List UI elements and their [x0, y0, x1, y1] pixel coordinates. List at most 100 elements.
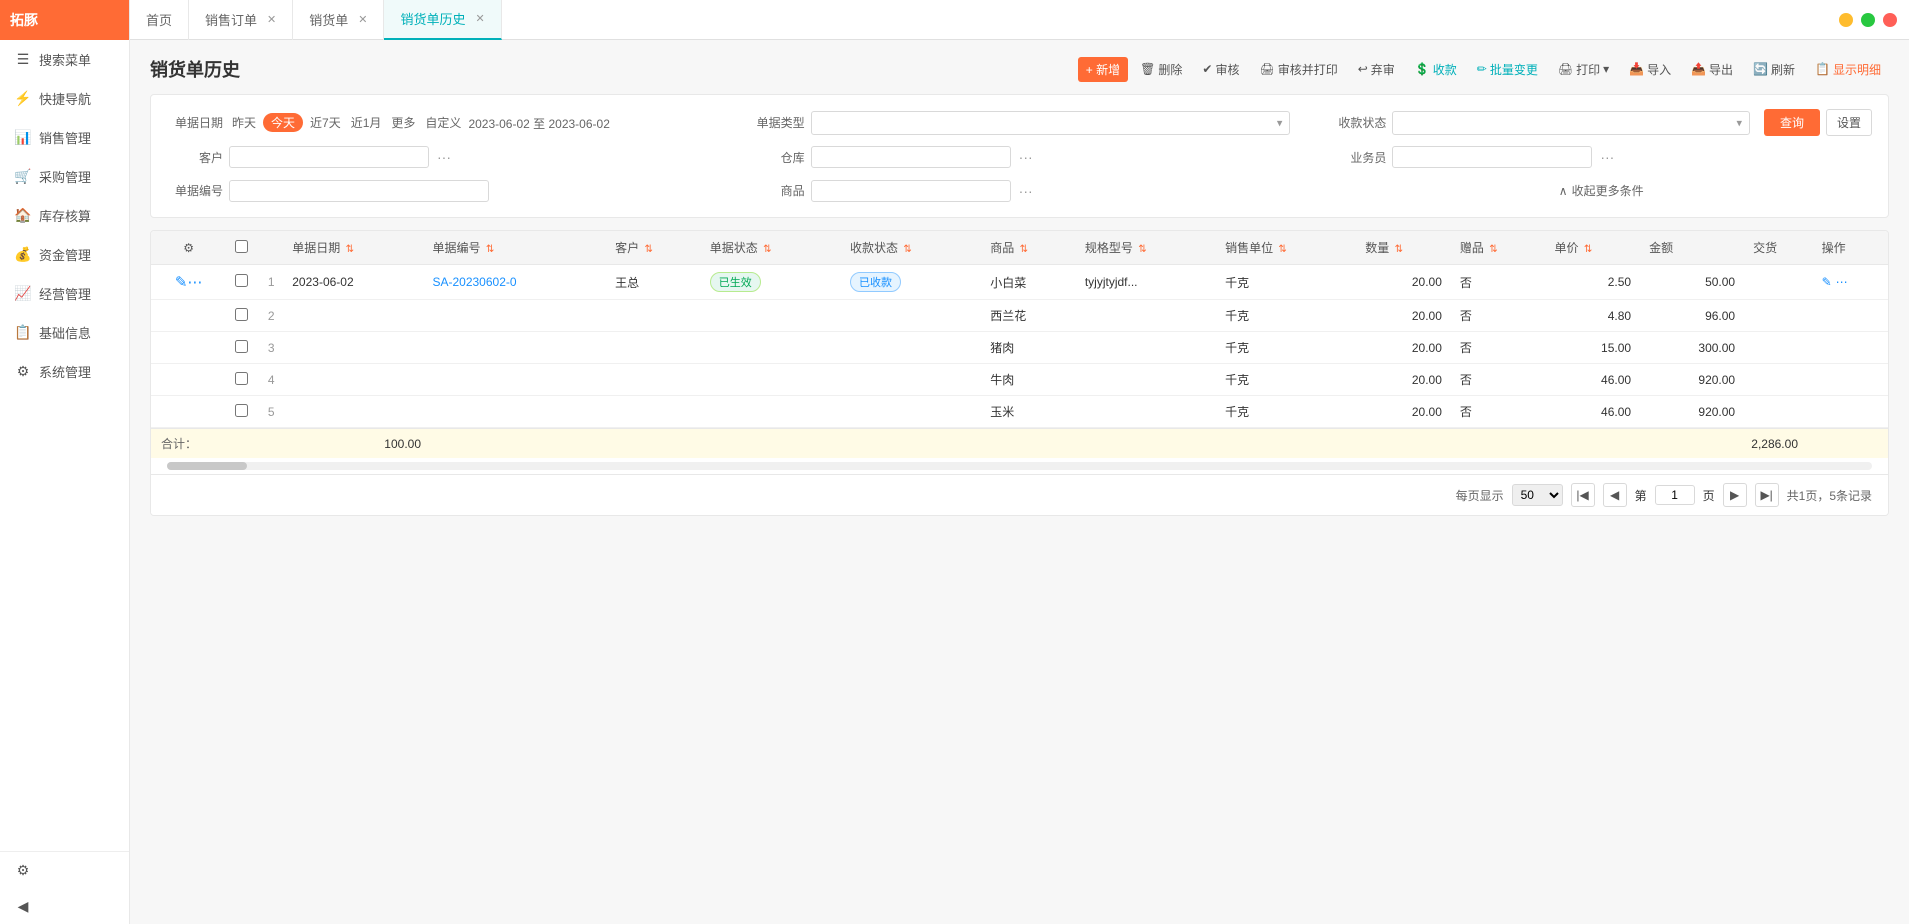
tab-sales-delivery-close[interactable]: ✕ [358, 13, 367, 26]
row-checkbox-4[interactable] [235, 404, 248, 417]
th-doc-date[interactable]: 单据日期 ⇅ [286, 231, 426, 265]
new-button[interactable]: + 新增 [1078, 57, 1128, 82]
tab-sales-order-close[interactable]: ✕ [267, 13, 276, 26]
th-doc-no[interactable]: 单据编号 ⇅ [426, 231, 609, 265]
data-table: ⚙ 单据日期 ⇅ 单据编号 ⇅ [151, 231, 1888, 428]
sidebar-item-basic-info[interactable]: 📋 基础信息 [0, 313, 129, 352]
td-unit-price: 15.00 [1548, 332, 1643, 364]
th-settings[interactable]: ⚙ [151, 231, 226, 265]
first-page-button[interactable]: |◀ [1571, 483, 1595, 507]
abandon-button[interactable]: ↩ 弃审 [1350, 57, 1403, 82]
sidebar-item-system-mgmt[interactable]: ⚙ 系统管理 [0, 352, 129, 391]
goods-input[interactable] [811, 180, 1011, 202]
row-action-more[interactable]: ⋯ [187, 274, 202, 291]
collect-status-select[interactable] [1392, 111, 1750, 135]
close-button[interactable] [1883, 13, 1897, 27]
tab-home[interactable]: 首页 [130, 0, 189, 40]
warehouse-ellipsis[interactable]: ··· [1017, 149, 1035, 165]
warehouse-input[interactable] [811, 146, 1011, 168]
customer-ellipsis[interactable]: ··· [435, 149, 453, 165]
delete-button[interactable]: 🗑 删除 [1132, 57, 1190, 82]
row-checkbox-3[interactable] [235, 372, 248, 385]
tab-sales-delivery[interactable]: 销货单 ✕ [293, 0, 384, 40]
date-btn-custom[interactable]: 自定义 [422, 113, 464, 132]
th-spec[interactable]: 规格型号 ⇅ [1079, 231, 1219, 265]
last-page-button[interactable]: ▶| [1755, 483, 1779, 507]
audit-button[interactable]: ✔ 审核 [1194, 57, 1247, 82]
td-goods: 小白菜 [984, 265, 1079, 300]
table-header-row: ⚙ 单据日期 ⇅ 单据编号 ⇅ [151, 231, 1888, 265]
date-btn-yesterday[interactable]: 昨天 [229, 113, 259, 132]
date-btn-today[interactable]: 今天 [263, 113, 303, 132]
th-gift[interactable]: 赠品 ⇅ [1454, 231, 1549, 265]
tab-sales-order-label: 销售订单 [205, 10, 257, 29]
th-doc-status[interactable]: 单据状态 ⇅ [704, 231, 844, 265]
batch-change-button[interactable]: ✏ 批量变更 [1469, 57, 1546, 82]
date-btn-7days[interactable]: 近7天 [307, 113, 344, 132]
doc-no-input[interactable] [229, 180, 489, 202]
sales-rep-input[interactable] [1392, 146, 1592, 168]
th-unit-price[interactable]: 单价 ⇅ [1548, 231, 1643, 265]
date-btn-1month[interactable]: 近1月 [348, 113, 385, 132]
sidebar-item-inventory[interactable]: 🏠 库存核算 [0, 196, 129, 235]
audit-print-button[interactable]: 🖨 审核并打印 [1251, 57, 1345, 82]
doc-no-link[interactable]: SA-20230602-0 [432, 275, 516, 289]
td-spec [1079, 332, 1219, 364]
prev-page-button[interactable]: ◀ [1603, 483, 1627, 507]
search-menu-icon: ☰ [15, 52, 31, 68]
td-amount: 300.00 [1643, 332, 1747, 364]
sidebar-item-purchase-mgmt[interactable]: 🛒 采购管理 [0, 157, 129, 196]
td-unit-price: 46.00 [1548, 364, 1643, 396]
select-all-checkbox[interactable] [235, 240, 248, 253]
minimize-button[interactable] [1839, 13, 1853, 27]
th-collect-status[interactable]: 收款状态 ⇅ [844, 231, 984, 265]
filter-goods-item: 商品 ··· [749, 180, 1291, 202]
print-button[interactable]: 🖨 打印 ▾ [1550, 57, 1617, 82]
query-button[interactable]: 查询 [1764, 109, 1820, 136]
row-action-edit[interactable]: ✎ [175, 274, 188, 291]
td-gift: 否 [1454, 396, 1549, 428]
date-btn-more[interactable]: 更多 [388, 113, 418, 132]
tab-sales-history[interactable]: 销货单历史 ✕ [384, 0, 501, 40]
settings-filter-button[interactable]: 设置 [1826, 109, 1872, 136]
row-checkbox-0[interactable] [235, 274, 248, 287]
row-checkbox-2[interactable] [235, 340, 248, 353]
th-sales-unit[interactable]: 销售单位 ⇅ [1219, 231, 1359, 265]
sales-rep-ellipsis[interactable]: ··· [1598, 149, 1616, 165]
export-button[interactable]: 📤 导出 [1683, 57, 1741, 82]
th-action: 操作 [1816, 231, 1888, 265]
next-page-button[interactable]: ▶ [1723, 483, 1747, 507]
sidebar-bottom-collapse[interactable]: ◀ [0, 888, 129, 924]
sidebar-item-sales-mgmt[interactable]: 📊 销售管理 [0, 118, 129, 157]
sidebar-item-quick-nav[interactable]: ⚡ 快捷导航 [0, 79, 129, 118]
sidebar-item-finance[interactable]: 💰 资金管理 [0, 235, 129, 274]
sidebar-item-operations[interactable]: 📈 经营管理 [0, 274, 129, 313]
goods-ellipsis[interactable]: ··· [1017, 183, 1035, 199]
customer-input[interactable] [229, 146, 429, 168]
per-page-select[interactable]: 50 100 200 [1512, 484, 1563, 506]
sidebar-bottom-gear[interactable]: ⚙ [0, 852, 129, 888]
refresh-button[interactable]: 🔄 刷新 [1745, 57, 1803, 82]
th-goods[interactable]: 商品 ⇅ [984, 231, 1079, 265]
row-checkbox-1[interactable] [235, 308, 248, 321]
import-button[interactable]: 📥 导入 [1621, 57, 1679, 82]
action-edit[interactable]: ✎ [1822, 275, 1832, 289]
logo-text: 拓豚 [10, 10, 38, 30]
collapse-button[interactable]: ∧ 收起更多条件 [1551, 178, 1652, 203]
spec-sort-icon: ⇅ [1138, 244, 1146, 255]
td-action [1816, 396, 1888, 428]
customer-label: 客户 [167, 149, 223, 166]
tab-sales-history-close[interactable]: ✕ [476, 12, 485, 25]
th-quantity[interactable]: 数量 ⇅ [1359, 231, 1454, 265]
show-detail-button[interactable]: 📋 显示明细 [1807, 57, 1889, 82]
horizontal-scrollbar[interactable] [167, 462, 1872, 470]
sales-unit-sort-icon: ⇅ [1278, 244, 1286, 255]
collect-button[interactable]: 💲 收款 [1407, 57, 1465, 82]
th-customer[interactable]: 客户 ⇅ [609, 231, 704, 265]
sidebar-item-search-menu[interactable]: ☰ 搜索菜单 [0, 40, 129, 79]
doc-type-select[interactable] [811, 111, 1291, 135]
tab-sales-order[interactable]: 销售订单 ✕ [189, 0, 293, 40]
maximize-button[interactable] [1861, 13, 1875, 27]
action-more[interactable]: ⋯ [1836, 275, 1848, 289]
page-number-input[interactable] [1655, 485, 1695, 505]
